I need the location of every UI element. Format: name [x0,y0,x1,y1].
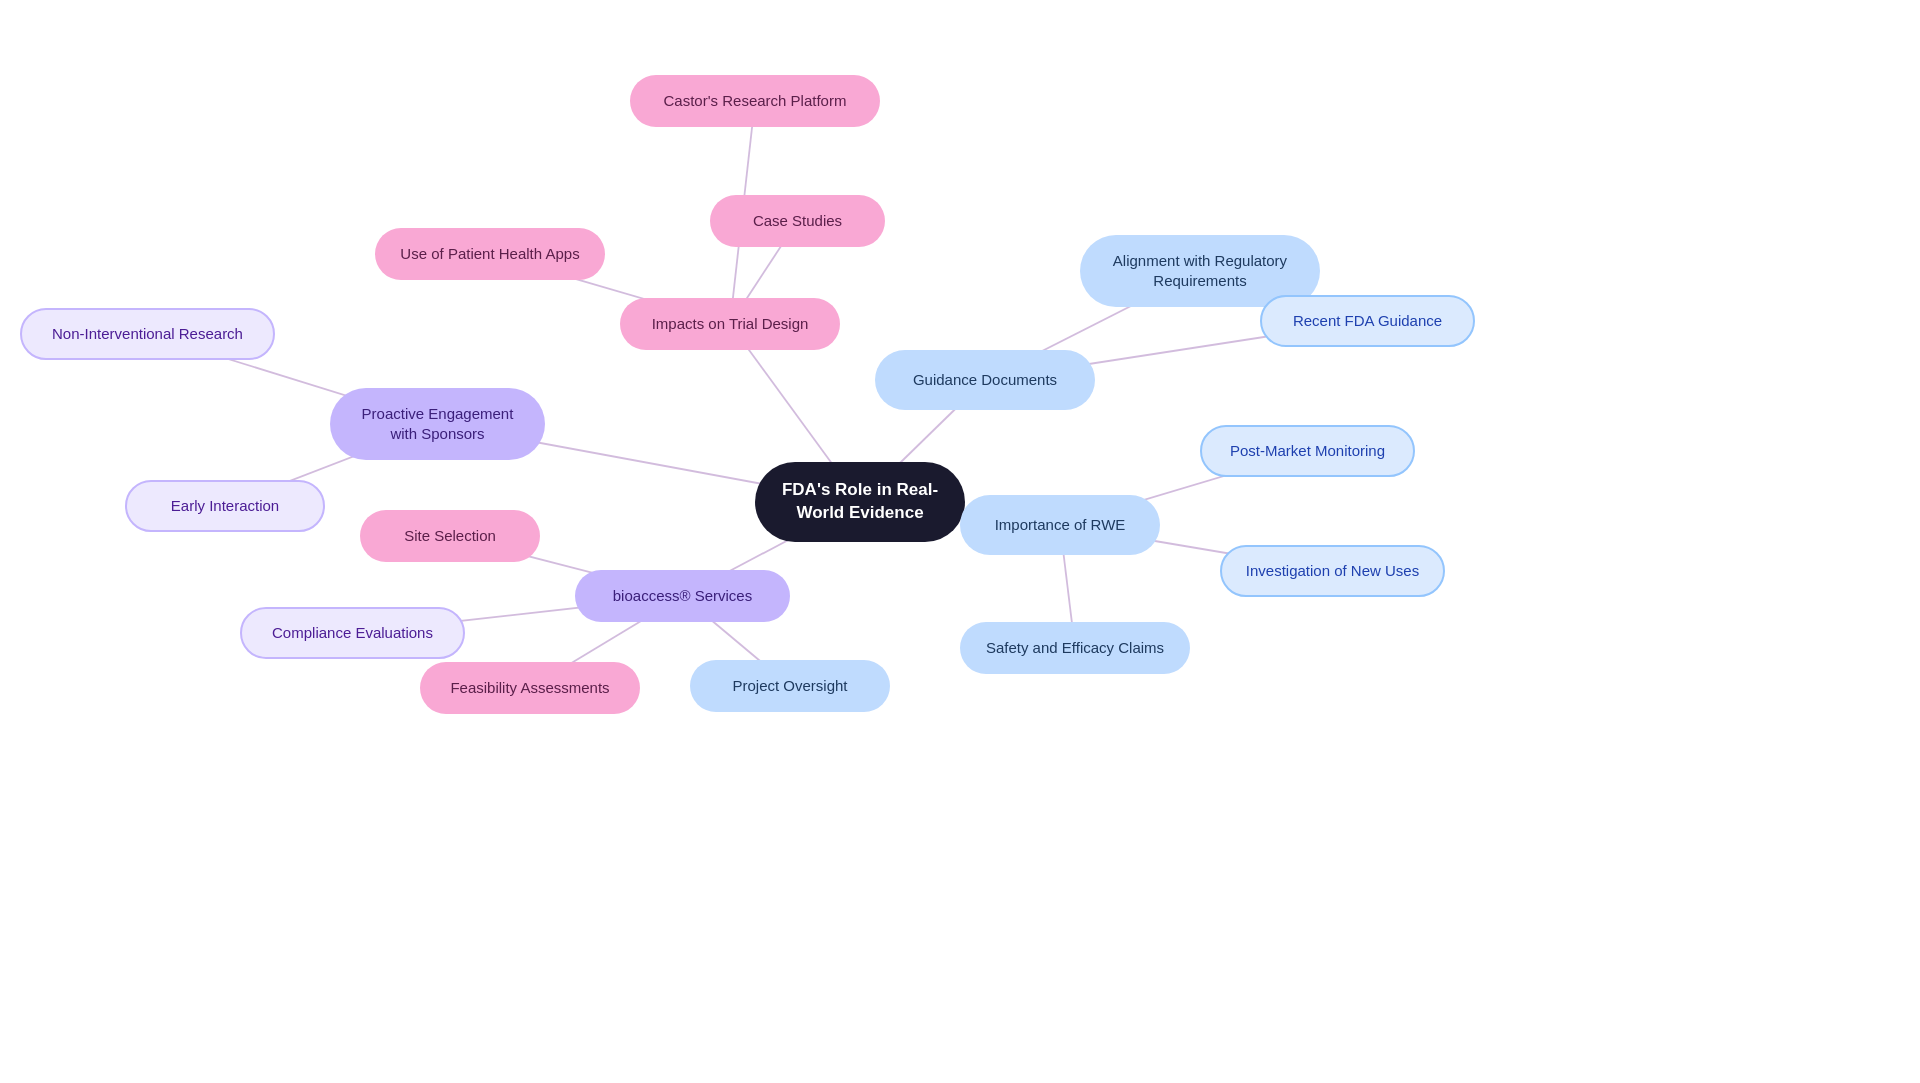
node-compliance: Compliance Evaluations [240,607,465,659]
mindmap-container: FDA's Role in Real-World Evidence Castor'… [0,0,1920,1083]
node-non-interventional: Non-Interventional Research [20,308,275,360]
node-feasibility: Feasibility Assessments [420,662,640,714]
connections-svg [0,0,1920,1083]
node-site-selection: Site Selection [360,510,540,562]
node-project-oversight: Project Oversight [690,660,890,712]
node-trial-design: Impacts on Trial Design [620,298,840,350]
node-patient-apps: Use of Patient Health Apps [375,228,605,280]
node-bioaccess: bioaccess® Services [575,570,790,622]
node-case-studies: Case Studies [710,195,885,247]
node-post-market: Post-Market Monitoring [1200,425,1415,477]
node-importance-rwe: Importance of RWE [960,495,1160,555]
node-early-interaction: Early Interaction [125,480,325,532]
node-recent-fda: Recent FDA Guidance [1260,295,1475,347]
node-guidance-docs: Guidance Documents [875,350,1095,410]
node-new-uses: Investigation of New Uses [1220,545,1445,597]
node-safety-efficacy: Safety and Efficacy Claims [960,622,1190,674]
center-node: FDA's Role in Real-World Evidence [755,462,965,542]
node-proactive: Proactive Engagement with Sponsors [330,388,545,460]
node-castors: Castor's Research Platform [630,75,880,127]
